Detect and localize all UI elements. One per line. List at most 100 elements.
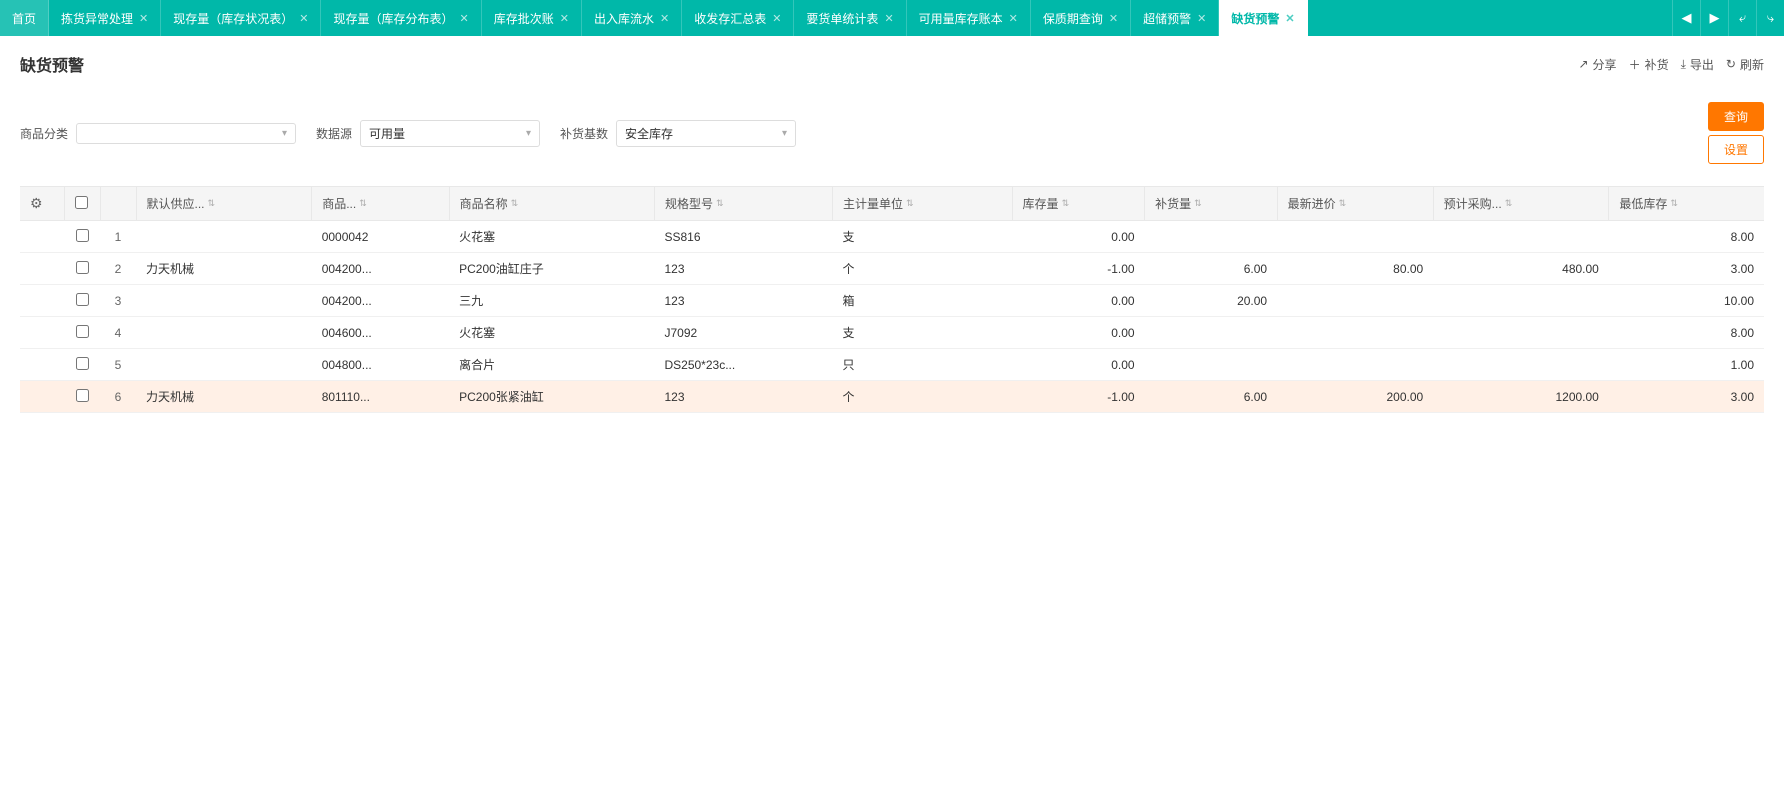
tab-close-order-stats[interactable]: ✕ (884, 12, 893, 25)
row-checkbox[interactable] (76, 293, 89, 306)
row-checkbox[interactable] (76, 325, 89, 338)
row-checkbox[interactable] (76, 261, 89, 274)
row-checkbox[interactable] (76, 357, 89, 370)
row-checkbox-cell (64, 317, 100, 349)
share-button[interactable]: ↗ 分享 (1578, 56, 1616, 73)
tab-close-overstock[interactable]: ✕ (1197, 12, 1206, 25)
row-supplement: 6.00 (1145, 381, 1278, 413)
unit-sort[interactable]: 主计量单位 ⇅ (843, 195, 1002, 212)
row-unit: 支 (832, 221, 1012, 253)
row-product-code: 0000042 (312, 221, 449, 253)
stock-sort[interactable]: 库存量 ⇅ (1023, 195, 1135, 212)
query-button[interactable]: 查询 (1708, 102, 1764, 131)
row-stock: 0.00 (1012, 221, 1145, 253)
col-min-stock: 最低库存 ⇅ (1609, 187, 1764, 221)
row-latest-price: 200.00 (1277, 381, 1433, 413)
product-code-sort[interactable]: 商品... ⇅ (322, 195, 438, 212)
supplement-sort[interactable]: 补货量 ⇅ (1155, 195, 1267, 212)
tab-close-expiry[interactable]: ✕ (1109, 12, 1118, 25)
tab-overstock[interactable]: 超储预警 ✕ (1131, 0, 1219, 36)
tab-recv-summary[interactable]: 收发存汇总表 ✕ (682, 0, 794, 36)
column-settings-icon[interactable]: ⚙ (30, 195, 43, 211)
row-product-name: 火花塞 (449, 221, 654, 253)
tab-close-inventory-dist[interactable]: ✕ (460, 12, 469, 25)
estimated-purchase-sort[interactable]: 预计采购... ⇅ (1444, 195, 1599, 212)
tab-label: 超储预警 (1143, 10, 1191, 27)
tab-close-inout-flow[interactable]: ✕ (660, 12, 669, 25)
row-settings-cell (20, 253, 64, 285)
row-checkbox-cell (64, 349, 100, 381)
row-spec: 123 (654, 285, 832, 317)
tab-label: 缺货预警 (1231, 10, 1279, 27)
export-button[interactable]: ⤓ 导出 (1681, 56, 1714, 73)
row-checkbox-cell (64, 285, 100, 317)
share-icon: ↗ (1578, 57, 1588, 71)
row-stock: -1.00 (1012, 253, 1145, 285)
datasource-select[interactable]: 可用量 ▾ (360, 120, 540, 147)
row-num: 2 (100, 253, 136, 285)
row-product-name: 火花塞 (449, 317, 654, 349)
row-unit: 个 (832, 253, 1012, 285)
tab-home[interactable]: 首页 (0, 0, 49, 36)
row-checkbox[interactable] (76, 389, 89, 402)
col-supplement: 补货量 ⇅ (1145, 187, 1278, 221)
row-checkbox-cell (64, 381, 100, 413)
window-restore[interactable]: ⤶ (1728, 0, 1756, 36)
row-num: 4 (100, 317, 136, 349)
row-checkbox[interactable] (76, 229, 89, 242)
replenish-select[interactable]: 安全库存 ▾ (616, 120, 796, 147)
select-all-checkbox[interactable] (75, 196, 88, 209)
row-estimated-purchase (1433, 221, 1609, 253)
col-latest-price: 最新进价 ⇅ (1277, 187, 1433, 221)
refresh-button[interactable]: ↻ 刷新 (1726, 56, 1764, 73)
tab-close-avail-ledger[interactable]: ✕ (1009, 12, 1018, 25)
datasource-label: 数据源 (316, 125, 352, 142)
row-product-name: PC200油缸庄子 (449, 253, 654, 285)
col-spec: 规格型号 ⇅ (654, 187, 832, 221)
row-stock: 0.00 (1012, 317, 1145, 349)
tab-label: 收发存汇总表 (694, 10, 766, 27)
min-stock-sort[interactable]: 最低库存 ⇅ (1619, 195, 1754, 212)
row-spec: J7092 (654, 317, 832, 349)
window-maximize[interactable]: ⤷ (1756, 0, 1784, 36)
replenish-filter-group: 补货基数 安全库存 ▾ (560, 120, 796, 147)
row-supplier (136, 317, 312, 349)
latest-price-sort[interactable]: 最新进价 ⇅ (1288, 195, 1423, 212)
row-product-code: 004200... (312, 285, 449, 317)
row-min-stock: 10.00 (1609, 285, 1764, 317)
table-header-row: ⚙ 默认供应... ⇅ 商品... ⇅ (20, 187, 1764, 221)
product-name-sort[interactable]: 商品名称 ⇅ (460, 195, 644, 212)
supplement-button[interactable]: ＋ 补货 (1629, 56, 1669, 73)
settings-button[interactable]: 设置 (1708, 135, 1764, 164)
row-stock: 0.00 (1012, 285, 1145, 317)
tab-label: 现存量（库存分布表） (333, 10, 453, 27)
row-min-stock: 3.00 (1609, 253, 1764, 285)
tab-exception[interactable]: 拣货异常处理✕ (49, 0, 161, 36)
tab-inventory-status[interactable]: 现存量（库存状况表）✕ (161, 0, 321, 36)
replenish-label: 补货基数 (560, 125, 608, 142)
tab-label: 要货单统计表 (806, 10, 878, 27)
spec-sort[interactable]: 规格型号 ⇅ (665, 195, 822, 212)
tab-scroll-right[interactable]: ▶ (1700, 0, 1728, 36)
refresh-icon: ↻ (1726, 57, 1736, 71)
row-stock: 0.00 (1012, 349, 1145, 381)
tab-order-stats[interactable]: 要货单统计表 ✕ (794, 0, 906, 36)
tab-close-batch[interactable]: ✕ (560, 12, 569, 25)
tab-inventory-dist[interactable]: 现存量（库存分布表） ✕ (321, 0, 481, 36)
tab-shortage[interactable]: 缺货预警 ✕ (1219, 0, 1307, 36)
supplier-sort[interactable]: 默认供应... ⇅ (147, 195, 302, 212)
tab-inout-flow[interactable]: 出入库流水✕ (582, 0, 682, 36)
row-supplier: 力天机械 (136, 381, 312, 413)
tab-scroll-left[interactable]: ◀ (1672, 0, 1700, 36)
tab-batch[interactable]: 库存批次账✕ (482, 0, 582, 36)
tab-close-exception[interactable]: ✕ (139, 12, 148, 25)
tab-expiry[interactable]: 保质期查询✕ (1031, 0, 1131, 36)
tab-close-recv-summary[interactable]: ✕ (772, 12, 781, 25)
replenish-value: 安全库存 (625, 125, 673, 142)
tab-close-shortage[interactable]: ✕ (1285, 12, 1294, 25)
filter-row: 商品分类 ▾ 数据源 可用量 ▾ 补货基数 安全库存 ▾ 查询 设置 (20, 92, 1764, 174)
row-min-stock: 1.00 (1609, 349, 1764, 381)
tab-avail-ledger[interactable]: 可用量库存账本✕ (907, 0, 1031, 36)
tab-close-inventory-status[interactable]: ✕ (299, 12, 308, 25)
category-select[interactable]: ▾ (76, 123, 296, 144)
